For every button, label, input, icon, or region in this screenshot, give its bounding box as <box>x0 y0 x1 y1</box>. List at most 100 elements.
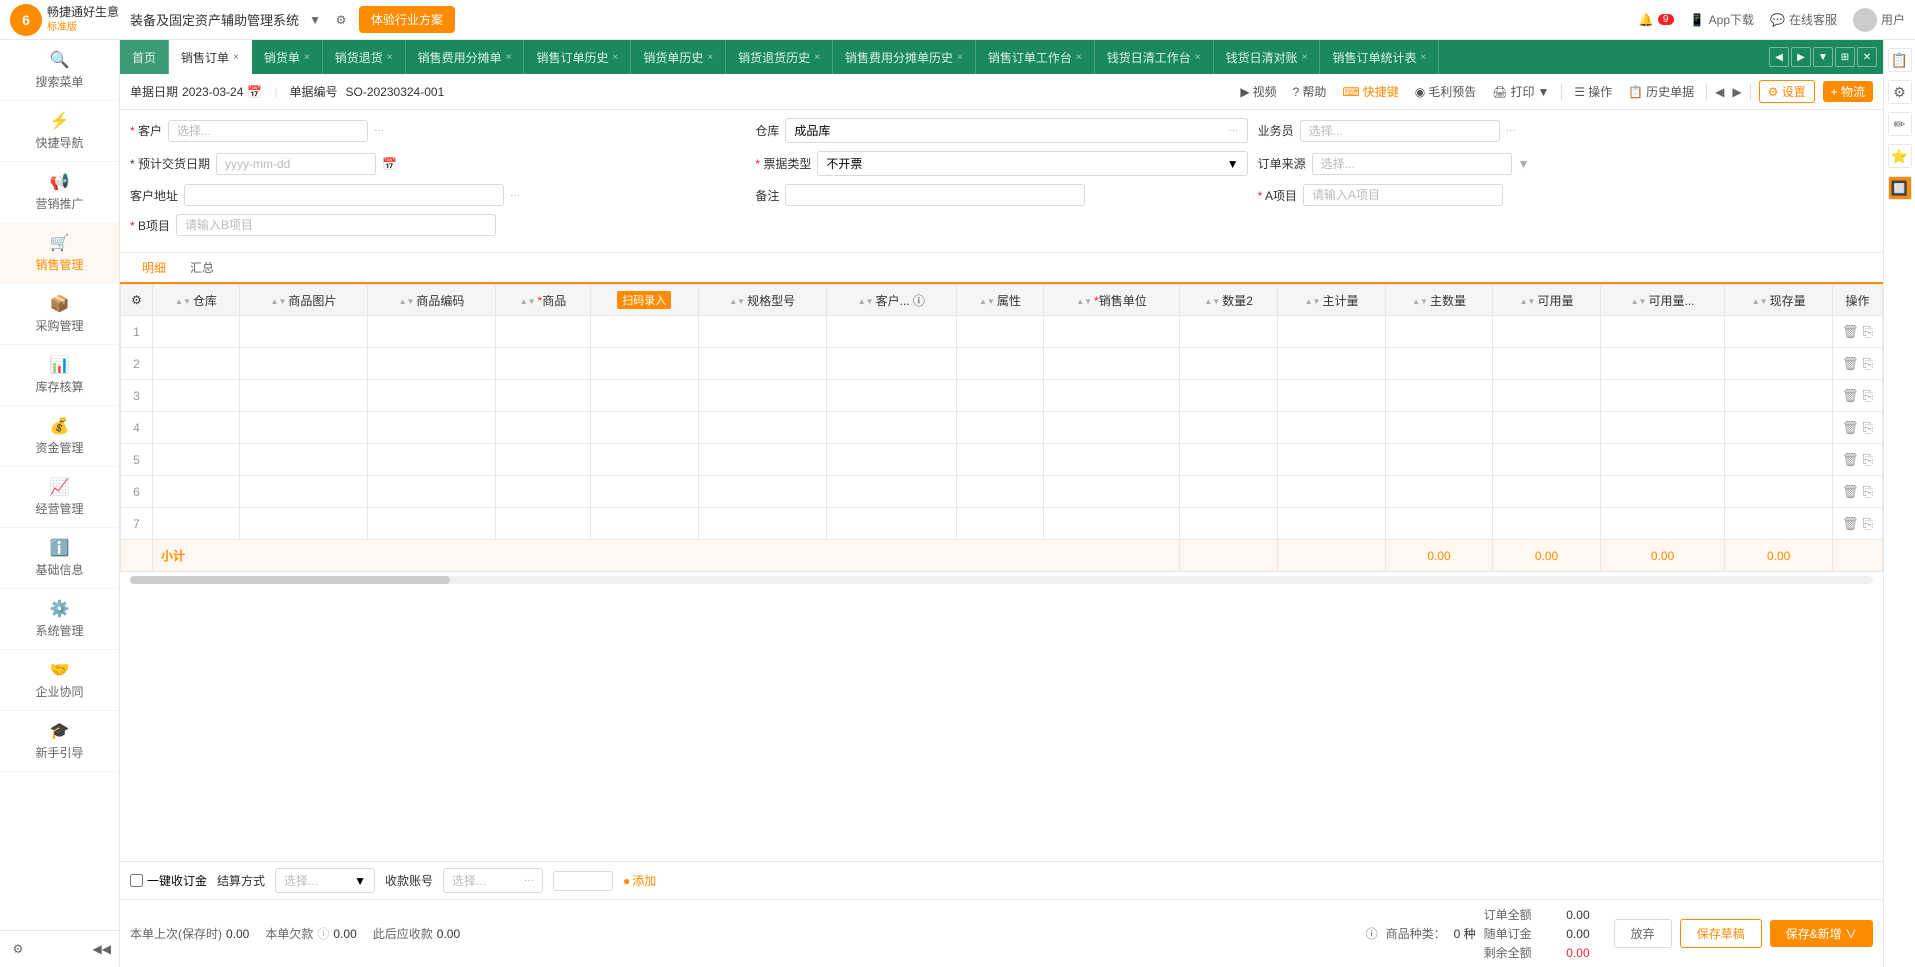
col-unit[interactable]: ▲▼*销售单位 <box>1043 285 1179 316</box>
col-image[interactable]: ▲▼商品图片 <box>239 285 367 316</box>
sidebar-item-system[interactable]: ⚙️ 系统管理 <box>0 589 119 650</box>
row-delete-1[interactable]: 🗑 <box>1842 324 1859 340</box>
row-product-2[interactable] <box>496 348 591 380</box>
row-delete-6[interactable]: 🗑 <box>1842 484 1859 500</box>
view-video-btn[interactable]: ▶ 视频 <box>1236 81 1280 102</box>
row-delete-2[interactable]: 🗑 <box>1842 356 1859 372</box>
sidebar-item-info[interactable]: ℹ️ 基础信息 <box>0 528 119 589</box>
tab-sales-return[interactable]: 销货退货 × <box>323 40 406 74</box>
col-main-unit[interactable]: ▲▼主计量 <box>1278 285 1385 316</box>
date-value[interactable]: 2023-03-24 <box>182 85 243 99</box>
col-warehouse[interactable]: ▲▼仓库 <box>153 285 240 316</box>
print-btn[interactable]: 🖨 打印 ▼ <box>1488 81 1553 102</box>
profit-btn[interactable]: ◉ 毛利预告 <box>1411 81 1481 102</box>
col-available2[interactable]: ▲▼可用量... <box>1600 285 1725 316</box>
tab-expense-history[interactable]: 销售费用分摊单历史 × <box>833 40 976 74</box>
col-stock[interactable]: ▲▼现存量 <box>1725 285 1833 316</box>
tab-sales-invoice[interactable]: 销货单 × <box>252 40 323 74</box>
tab-expense-split[interactable]: 销售费用分摊单 × <box>406 40 525 74</box>
help-btn[interactable]: ? 帮助 <box>1289 81 1331 102</box>
row-main-unit-2[interactable] <box>1278 348 1385 380</box>
current-info[interactable]: ⓘ <box>317 925 329 942</box>
tab-sales-return-close[interactable]: × <box>387 52 393 63</box>
tab-workbench-close[interactable]: × <box>1076 52 1082 63</box>
col-product[interactable]: ▲▼*商品 <box>496 285 591 316</box>
tab-expense-history-close[interactable]: × <box>957 52 963 63</box>
settings-icon[interactable]: ⚙ <box>331 10 351 30</box>
sidebar-item-search[interactable]: 🔍 搜索菜单 <box>0 40 119 101</box>
tab-invoice-history-close[interactable]: × <box>707 52 713 63</box>
source-input[interactable] <box>1312 153 1512 175</box>
right-panel-btn-4[interactable]: ⭐ <box>1888 144 1912 168</box>
row-copy-7[interactable]: ⎘ <box>1863 516 1873 532</box>
row-copy-1[interactable]: ⎘ <box>1863 324 1873 340</box>
nav-right-btn[interactable]: ▶ <box>1732 85 1741 99</box>
row-main-unit-1[interactable] <box>1278 316 1385 348</box>
col-code[interactable]: ▲▼商品编码 <box>367 285 495 316</box>
tab-grid-btn[interactable]: ⊞ <box>1835 47 1855 67</box>
row-delete-4[interactable]: 🗑 <box>1842 420 1859 436</box>
col-settings[interactable]: ⚙ <box>121 285 153 316</box>
right-panel-btn-3[interactable]: ✏ <box>1888 112 1912 136</box>
row-customer-code-2[interactable] <box>826 348 956 380</box>
tab-menu-btn[interactable]: ▼ <box>1813 47 1833 67</box>
tab-invoice-history[interactable]: 销货单历史 × <box>631 40 726 74</box>
tab-sales-order[interactable]: 销售订单 × <box>169 40 252 74</box>
sidebar-item-guide[interactable]: 🎓 新手引导 <box>0 711 119 772</box>
tab-prev-btn[interactable]: ◀ <box>1769 47 1789 67</box>
add-button[interactable]: ● 添加 <box>623 872 656 889</box>
tab-order-history[interactable]: 销售订单历史 × <box>524 40 631 74</box>
delivery-input[interactable] <box>216 153 376 175</box>
industry-button[interactable]: 体验行业方案 <box>359 6 455 33</box>
tab-statistics[interactable]: 销售订单统计表 × <box>1320 40 1439 74</box>
app-download[interactable]: 📱 App下载 <box>1690 11 1754 28</box>
a-project-input[interactable] <box>1303 184 1503 206</box>
row-copy-6[interactable]: ⎘ <box>1863 484 1873 500</box>
save-draft-button[interactable]: 保存草稿 <box>1680 919 1762 948</box>
col-main-qty[interactable]: ▲▼主数量 <box>1385 285 1492 316</box>
tab-sales-invoice-close[interactable]: × <box>304 52 310 63</box>
staff-input[interactable] <box>1300 120 1500 142</box>
ticket-select[interactable]: 不开票 ▼ <box>817 151 1247 176</box>
row-copy-3[interactable]: ⎘ <box>1863 388 1873 404</box>
one-click-input[interactable] <box>130 874 143 887</box>
col-scan[interactable]: 扫码录入 <box>590 285 698 316</box>
row-warehouse-2[interactable] <box>153 348 240 380</box>
discard-button[interactable]: 放弃 <box>1614 919 1672 948</box>
row-unit-2[interactable] <box>1043 348 1179 380</box>
sidebar-collapse-btn[interactable]: ◀◀ <box>93 942 111 956</box>
sidebar-item-sales[interactable]: 🛒 销售管理 <box>0 223 119 284</box>
tab-sales-order-close[interactable]: × <box>233 52 239 63</box>
system-title-dropdown[interactable]: ▼ <box>307 12 323 28</box>
right-panel-btn-2[interactable]: ⚙ <box>1888 80 1912 104</box>
setting-button[interactable]: ⚙ 设置 <box>1759 80 1815 103</box>
tab-reconcile-close[interactable]: × <box>1302 52 1308 63</box>
customer-dots[interactable]: ··· <box>374 125 384 136</box>
row-customer-code-1[interactable] <box>826 316 956 348</box>
addrow-button[interactable]: + 物流 <box>1823 81 1873 102</box>
col-customer-code[interactable]: ▲▼客户... ⓘ <box>826 285 956 316</box>
tab-return-history-close[interactable]: × <box>814 52 820 63</box>
sidebar-item-finance[interactable]: 💰 资金管理 <box>0 406 119 467</box>
account-dots[interactable]: ··· <box>524 875 534 886</box>
col-available[interactable]: ▲▼可用量 <box>1493 285 1600 316</box>
tab-reconcile[interactable]: 钱货日清对账 × <box>1214 40 1321 74</box>
tab-daily-work[interactable]: 钱货日清工作台 × <box>1095 40 1214 74</box>
col-qty2[interactable]: ▲▼数量2 <box>1179 285 1277 316</box>
tab-return-history[interactable]: 销货退货历史 × <box>726 40 833 74</box>
online-service[interactable]: 💬 在线客服 <box>1770 11 1837 28</box>
row-unit-1[interactable] <box>1043 316 1179 348</box>
tab-workbench[interactable]: 销售订单工作台 × <box>976 40 1095 74</box>
tab-daily-work-close[interactable]: × <box>1195 52 1201 63</box>
actions-btn[interactable]: ☰ 操作 <box>1570 81 1616 102</box>
user-menu[interactable]: 用户 <box>1853 8 1905 32</box>
tab-next-btn[interactable]: ▶ <box>1791 47 1811 67</box>
row-code-1[interactable] <box>367 316 495 348</box>
row-qty2-1[interactable] <box>1179 316 1277 348</box>
horizontal-scrollbar[interactable] <box>130 576 1873 584</box>
right-panel-btn-1[interactable]: 📋 <box>1888 48 1912 72</box>
row-copy-2[interactable]: ⎘ <box>1863 356 1873 372</box>
tab-order-history-close[interactable]: × <box>612 52 618 63</box>
sidebar-item-enterprise[interactable]: 🤝 企业协同 <box>0 650 119 711</box>
right-panel-btn-5[interactable]: 🔲 <box>1888 176 1912 200</box>
